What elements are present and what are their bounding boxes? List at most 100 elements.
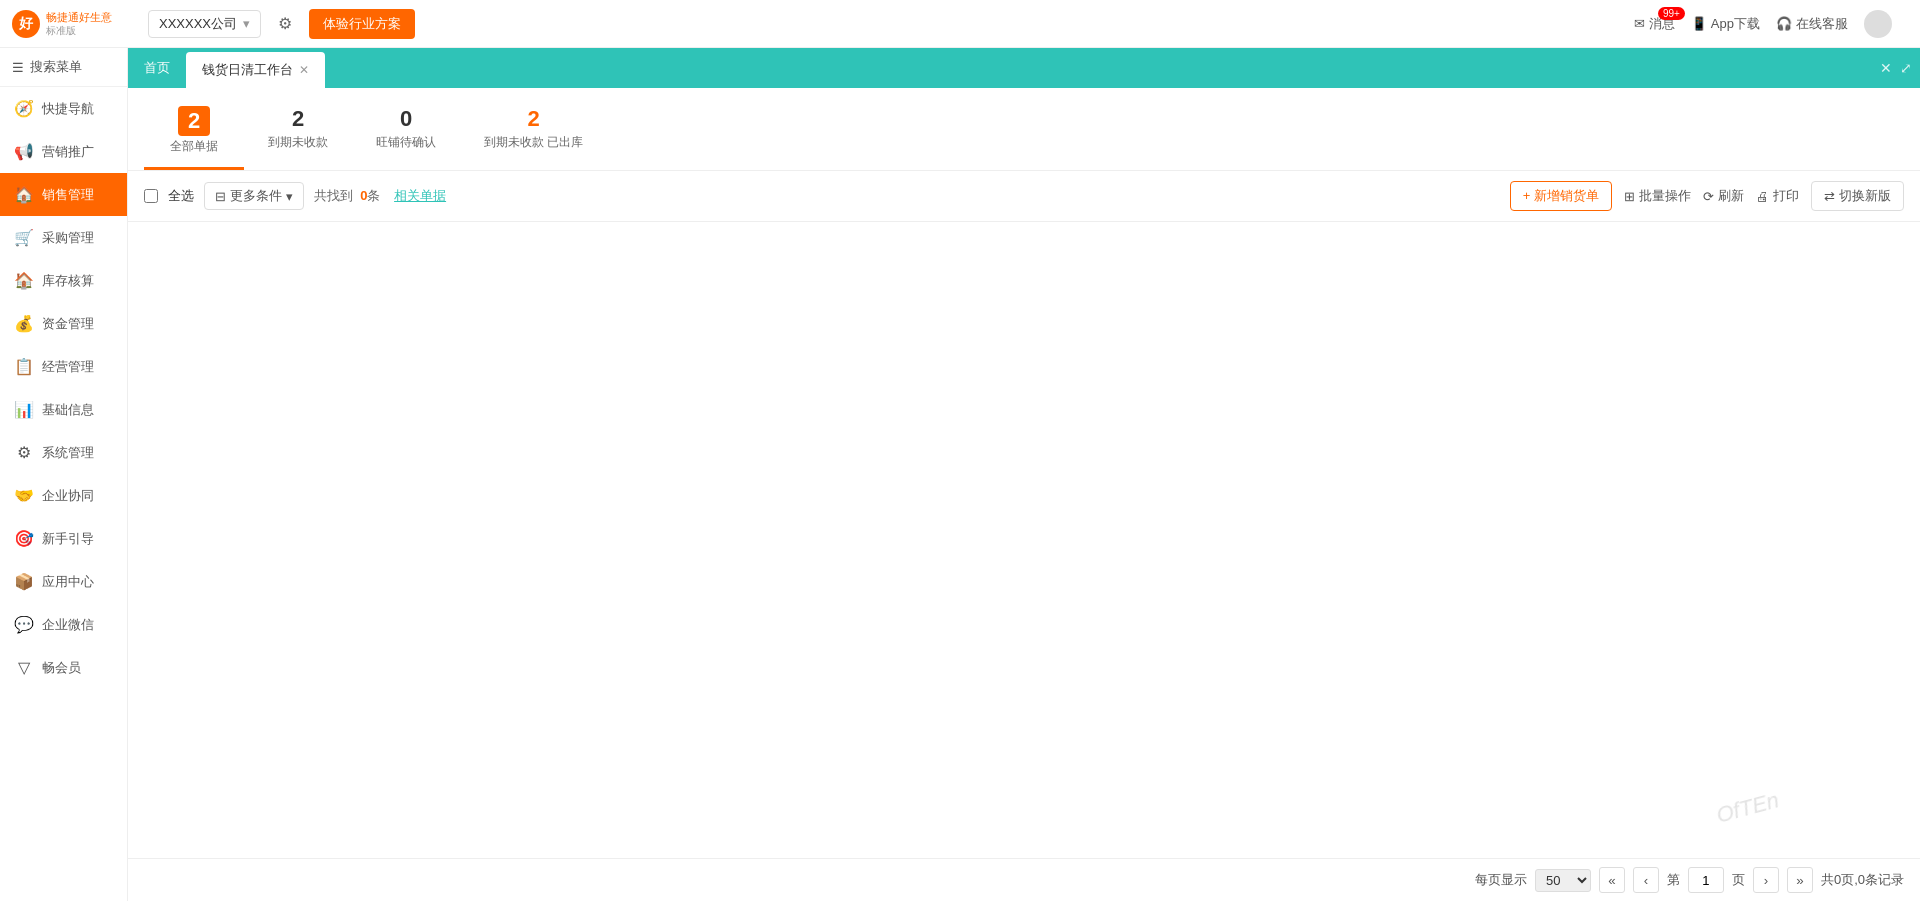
- sidebar-item-enterprise[interactable]: 🤝 企业协同: [0, 474, 127, 517]
- sidebar-item-quick-nav[interactable]: 🧭 快捷导航: [0, 87, 127, 130]
- sidebar-item-enterprise-wechat[interactable]: 💬 企业微信: [0, 603, 127, 646]
- switch-version-button[interactable]: ⇄ 切换新版: [1811, 181, 1904, 211]
- sidebar-item-operations[interactable]: 📋 经营管理: [0, 345, 127, 388]
- new-sales-order-button[interactable]: + 新增销货单: [1510, 181, 1612, 211]
- compass-icon: 🧭: [14, 99, 34, 118]
- related-orders-link[interactable]: 相关单据: [394, 187, 446, 205]
- basics-icon: 📊: [14, 400, 34, 419]
- logo-area: 好 畅捷通好生意 标准版: [12, 10, 140, 38]
- stats-tabs: 2 全部单据 2 到期未收款 0 旺铺待确认 2 到期未收款 已出库: [128, 88, 1920, 171]
- page-size-label: 每页显示: [1475, 871, 1527, 889]
- messages-button[interactable]: ✉ 消息 99+: [1634, 15, 1675, 33]
- sidebar: ☰ 搜索菜单 🧭 快捷导航 📢 营销推广 🏠 销售管理 🛒 采购管理 🏠 库存核…: [0, 48, 128, 901]
- stat-label-unshipped: 到期未收款 已出库: [484, 134, 583, 151]
- stat-label-overdue: 到期未收款: [268, 134, 328, 151]
- tab-bar: 首页 钱货日清工作台 ✕ ✕ ⤢: [128, 48, 1920, 88]
- app-center-icon: 📦: [14, 572, 34, 591]
- tab-home[interactable]: 首页: [128, 48, 186, 88]
- pagination-bar: 每页显示 10 20 50 100 « ‹ 第 页 › » 共0页,0条记录: [128, 858, 1920, 901]
- total-info: 共0页,0条记录: [1821, 871, 1904, 889]
- select-all-checkbox[interactable]: [144, 189, 158, 203]
- sidebar-item-finance[interactable]: 💰 资金管理: [0, 302, 127, 345]
- toolbar: 全选 ⊟ 更多条件 ▾ 共找到 0条 相关单据 + 新增销货单 ⊞: [128, 171, 1920, 222]
- stat-number-wangdian: 0: [400, 106, 412, 132]
- wechat-icon: 💬: [14, 615, 34, 634]
- top-header: 好 畅捷通好生意 标准版 XXXXXX公司 ▾ ⚙ 体验行业方案 ✉ 消息 99…: [0, 0, 1920, 48]
- empty-state: [128, 222, 1920, 858]
- chevron-down-icon: ▾: [243, 16, 250, 31]
- tab-workbench[interactable]: 钱货日清工作台 ✕: [186, 52, 325, 88]
- header-right: ✉ 消息 99+ 📱 App下载 🎧 在线客服: [1634, 10, 1908, 38]
- stat-tab-wangdian[interactable]: 0 旺铺待确认: [352, 100, 460, 170]
- service-icon: 🎧: [1776, 16, 1792, 31]
- logo-text: 畅捷通好生意 标准版: [46, 10, 112, 37]
- download-icon: 📱: [1691, 16, 1707, 31]
- page-size-select[interactable]: 10 20 50 100: [1535, 869, 1591, 892]
- purchase-icon: 🛒: [14, 228, 34, 247]
- system-icon: ⚙: [14, 443, 34, 462]
- last-page-button[interactable]: »: [1787, 867, 1813, 893]
- filter-button[interactable]: ⊟ 更多条件 ▾: [204, 182, 304, 210]
- stat-label-wangdian: 旺铺待确认: [376, 134, 436, 151]
- stat-tab-unshipped[interactable]: 2 到期未收款 已出库: [460, 100, 607, 170]
- refresh-icon: ⟳: [1703, 189, 1714, 204]
- page-prefix: 第: [1667, 871, 1680, 889]
- page-suffix: 页: [1732, 871, 1745, 889]
- search-icon: ☰: [12, 60, 24, 75]
- first-page-button[interactable]: «: [1599, 867, 1625, 893]
- prev-page-button[interactable]: ‹: [1633, 867, 1659, 893]
- next-page-button[interactable]: ›: [1753, 867, 1779, 893]
- chevron-down-icon: ▾: [286, 189, 293, 204]
- maximize-icon[interactable]: ⤢: [1900, 60, 1912, 76]
- filter-icon: ⊟: [215, 189, 226, 204]
- online-service-button[interactable]: 🎧 在线客服: [1776, 15, 1848, 33]
- sidebar-item-member[interactable]: ▽ 畅会员: [0, 646, 127, 689]
- batch-operation-button[interactable]: ⊞ 批量操作: [1624, 187, 1691, 205]
- content-area: 首页 钱货日清工作台 ✕ ✕ ⤢ 2 全部单据 2 到期未收款: [128, 48, 1920, 901]
- avatar[interactable]: [1864, 10, 1892, 38]
- page-content: 2 全部单据 2 到期未收款 0 旺铺待确认 2 到期未收款 已出库: [128, 88, 1920, 901]
- sales-icon: 🏠: [14, 185, 34, 204]
- print-icon: 🖨: [1756, 189, 1769, 204]
- sidebar-item-newbie[interactable]: 🎯 新手引导: [0, 517, 127, 560]
- tab-close-icon[interactable]: ✕: [299, 63, 309, 77]
- stat-number-all: 2: [178, 106, 210, 136]
- toolbar-left: 全选 ⊟ 更多条件 ▾ 共找到 0条 相关单据: [144, 182, 446, 210]
- sidebar-item-inventory[interactable]: 🏠 库存核算: [0, 259, 127, 302]
- toolbar-right: + 新增销货单 ⊞ 批量操作 ⟳ 刷新 🖨 打印 ⇄: [1510, 181, 1904, 211]
- newbie-icon: 🎯: [14, 529, 34, 548]
- operations-icon: 📋: [14, 357, 34, 376]
- experience-button[interactable]: 体验行业方案: [309, 9, 415, 39]
- messages-badge: 99+: [1658, 7, 1685, 20]
- sidebar-item-system[interactable]: ⚙ 系统管理: [0, 431, 127, 474]
- found-text: 共找到 0条: [314, 187, 384, 205]
- search-menu-button[interactable]: ☰ 搜索菜单: [0, 48, 127, 87]
- sidebar-item-sales[interactable]: 🏠 销售管理: [0, 173, 127, 216]
- marketing-icon: 📢: [14, 142, 34, 161]
- table-area: [128, 222, 1920, 858]
- batch-icon: ⊞: [1624, 189, 1635, 204]
- company-selector[interactable]: XXXXXX公司 ▾: [148, 10, 261, 38]
- inventory-icon: 🏠: [14, 271, 34, 290]
- page-number-input[interactable]: [1688, 867, 1724, 893]
- sidebar-item-marketing[interactable]: 📢 营销推广: [0, 130, 127, 173]
- print-button[interactable]: 🖨 打印: [1756, 187, 1799, 205]
- sidebar-item-app-center[interactable]: 📦 应用中心: [0, 560, 127, 603]
- enterprise-icon: 🤝: [14, 486, 34, 505]
- stat-tab-overdue[interactable]: 2 到期未收款: [244, 100, 352, 170]
- tab-bar-actions: ✕ ⤢: [1880, 60, 1920, 76]
- main-layout: ☰ 搜索菜单 🧭 快捷导航 📢 营销推广 🏠 销售管理 🛒 采购管理 🏠 库存核…: [0, 48, 1920, 901]
- stat-tab-all[interactable]: 2 全部单据: [144, 100, 244, 170]
- app-download-button[interactable]: 📱 App下载: [1691, 15, 1760, 33]
- sidebar-item-basics[interactable]: 📊 基础信息: [0, 388, 127, 431]
- settings-button[interactable]: ⚙: [269, 8, 301, 40]
- stat-label-all: 全部单据: [170, 138, 218, 155]
- sidebar-item-purchase[interactable]: 🛒 采购管理: [0, 216, 127, 259]
- switch-icon: ⇄: [1824, 189, 1835, 204]
- select-all-label: 全选: [168, 187, 194, 205]
- message-icon: ✉: [1634, 16, 1645, 31]
- stat-number-unshipped: 2: [528, 106, 540, 132]
- member-icon: ▽: [14, 658, 34, 677]
- close-window-icon[interactable]: ✕: [1880, 60, 1892, 76]
- refresh-button[interactable]: ⟳ 刷新: [1703, 187, 1744, 205]
